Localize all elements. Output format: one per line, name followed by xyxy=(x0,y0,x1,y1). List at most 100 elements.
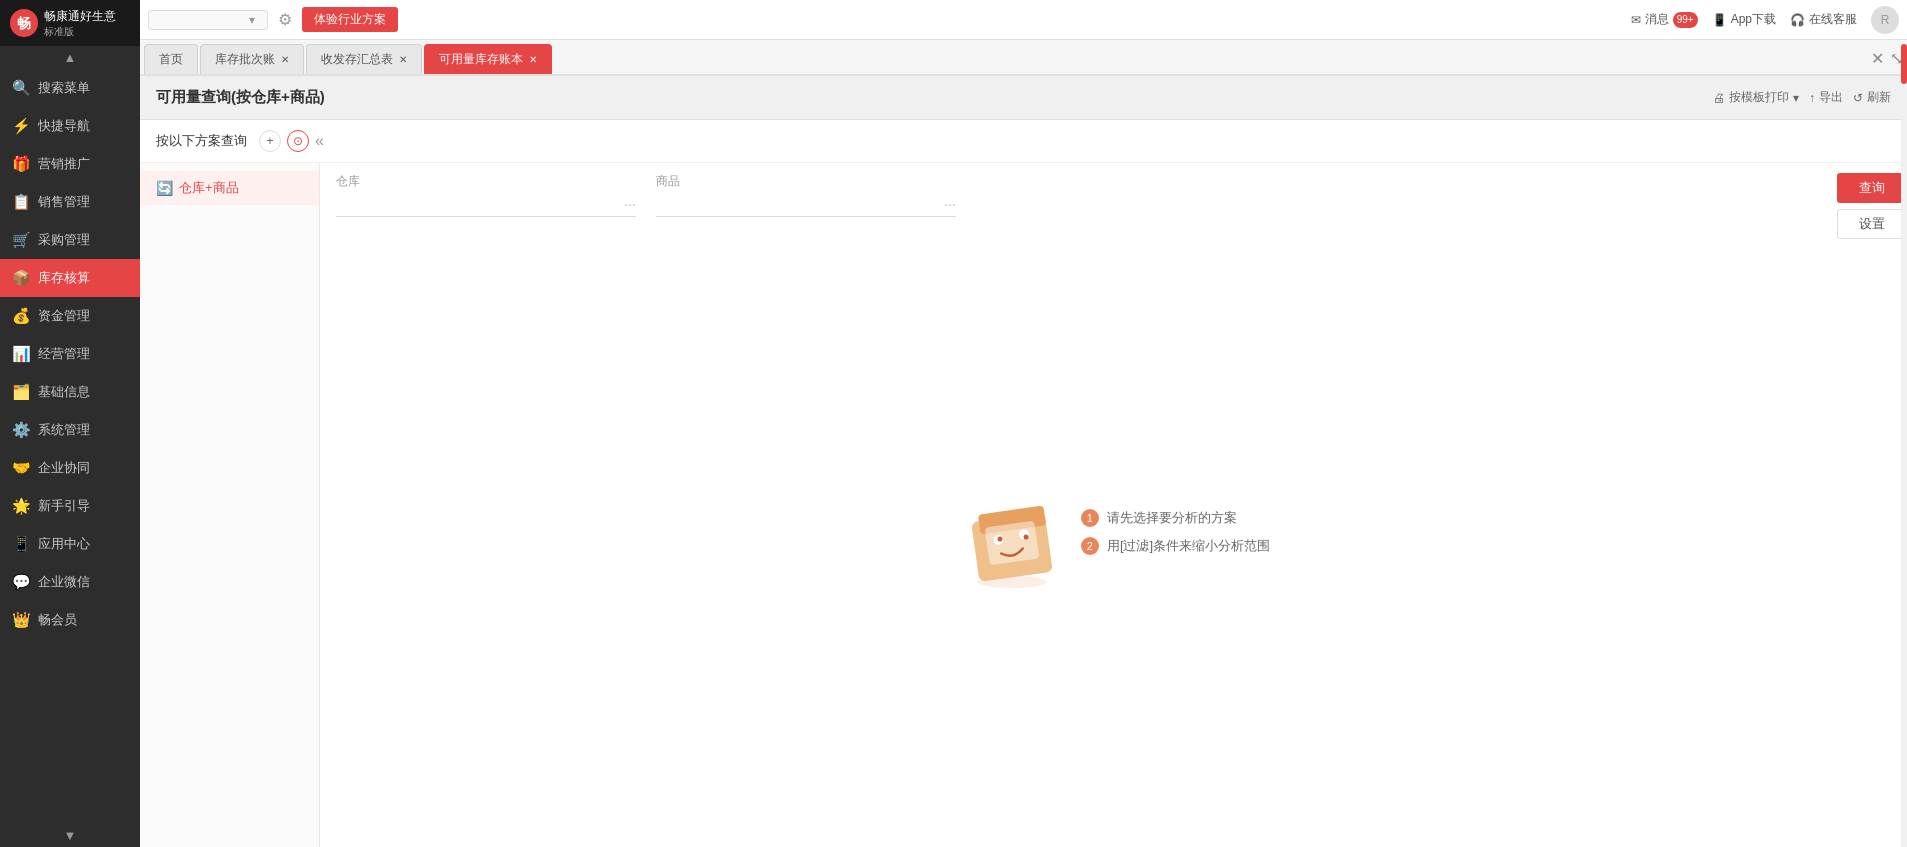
svg-rect-3 xyxy=(984,521,1039,566)
gear-icon[interactable]: ⚙ xyxy=(274,10,296,29)
tab-close-icon[interactable]: ✕ xyxy=(399,54,407,65)
filter-row: 仓库 ··· 商品 ··· xyxy=(336,173,1891,217)
sidebar-item-label: 企业协同 xyxy=(38,459,90,477)
empty-tips: 1 请先选择要分析的方案 2 用[过滤]条件来缩小分析范围 xyxy=(1081,509,1270,555)
sidebar-item-shortcut[interactable]: ⚡ 快捷导航 xyxy=(0,107,140,145)
sidebar-item-guide[interactable]: 🌟 新手引导 xyxy=(0,487,140,525)
online-service-label: 在线客服 xyxy=(1809,11,1857,28)
tab-home-label: 首页 xyxy=(159,51,183,68)
sidebar-item-label: 畅会员 xyxy=(38,611,77,629)
sidebar-item-inventory[interactable]: 📦 库存核算 xyxy=(0,259,140,297)
right-scrollbar[interactable] xyxy=(1901,44,1907,847)
gift-icon: 🎁 xyxy=(12,155,30,173)
warehouse-input[interactable] xyxy=(336,197,618,212)
svg-point-6 xyxy=(997,537,1002,542)
refresh-btn[interactable]: ↺ 刷新 xyxy=(1853,89,1891,106)
add-scheme-btn[interactable]: + xyxy=(259,130,281,152)
sidebar-item-marketing[interactable]: 🎁 营销推广 xyxy=(0,145,140,183)
sidebar-item-label: 采购管理 xyxy=(38,231,90,249)
scheme-warehouse-goods[interactable]: 🔄 仓库+商品 xyxy=(140,171,319,205)
chart-icon: 📊 xyxy=(12,345,30,363)
message-label: 消息 xyxy=(1645,11,1669,28)
print-label: 按模板打印 xyxy=(1729,89,1789,106)
sidebar-item-label: 经营管理 xyxy=(38,345,90,363)
refresh-label: 刷新 xyxy=(1867,89,1891,106)
svg-point-7 xyxy=(1023,535,1028,540)
sidebar: 畅 畅康通好生意 标准版 ▲ 🔍 搜索菜单 ⚡ 快捷导航 🎁 营销推广 📋 销售… xyxy=(0,0,140,847)
tab-collect-summary[interactable]: 收发存汇总表 ✕ xyxy=(306,44,422,74)
scheme-label: 仓库+商品 xyxy=(179,179,239,197)
print-btn[interactable]: 🖨 按模板打印 ▾ xyxy=(1713,89,1799,106)
topbar: ▾ ⚙ 体验行业方案 ✉ 消息 99+ 📱 App下载 🎧 在线客服 R xyxy=(140,0,1907,40)
message-badge: 99+ xyxy=(1673,12,1698,28)
cart-icon: 🛒 xyxy=(12,231,30,249)
sidebar-item-purchase[interactable]: 🛒 采购管理 xyxy=(0,221,140,259)
settings-button[interactable]: 设置 xyxy=(1837,209,1907,239)
tabs-bar: 首页 库存批次账 ✕ 收发存汇总表 ✕ 可用量库存账本 ✕ ✕ ⤡ xyxy=(140,40,1907,76)
export-icon: ↑ xyxy=(1809,91,1815,105)
scroll-down-btn[interactable]: ▼ xyxy=(0,824,140,847)
tip-text-1: 请先选择要分析的方案 xyxy=(1107,509,1237,527)
export-btn[interactable]: ↑ 导出 xyxy=(1809,89,1843,106)
sidebar-item-system[interactable]: ⚙️ 系统管理 xyxy=(0,411,140,449)
tab-close-icon[interactable]: ✕ xyxy=(529,54,537,65)
sidebar-item-label: 营销推广 xyxy=(38,155,90,173)
sidebar-item-appcenter[interactable]: 📱 应用中心 xyxy=(0,525,140,563)
sidebar-item-finance[interactable]: 💰 资金管理 xyxy=(0,297,140,335)
filter-area: 仓库 ··· 商品 ··· xyxy=(320,163,1907,847)
sidebar-item-operations[interactable]: 📊 经营管理 xyxy=(0,335,140,373)
app-name: 畅康通好生意 xyxy=(44,8,116,25)
query-bar: 按以下方案查询 + ⊙ « xyxy=(140,120,1907,163)
sidebar-item-label: 系统管理 xyxy=(38,421,90,439)
sidebar-item-label: 搜索菜单 xyxy=(38,79,90,97)
app-download-label: App下载 xyxy=(1731,11,1776,28)
page-header: 可用量查询(按仓库+商品) 🖨 按模板打印 ▾ ↑ 导出 ↺ 刷新 xyxy=(140,76,1907,120)
scheme-settings-btn[interactable]: ⊙ xyxy=(287,130,309,152)
collapse-icon[interactable]: « xyxy=(315,132,324,150)
app-version: 标准版 xyxy=(44,25,116,38)
goods-input[interactable] xyxy=(656,197,938,212)
experience-btn[interactable]: 体验行业方案 xyxy=(302,7,398,32)
empty-svg xyxy=(957,482,1067,592)
tab-batch-account[interactable]: 库存批次账 ✕ xyxy=(200,44,304,74)
empty-illustration xyxy=(957,482,1057,582)
scroll-up-btn[interactable]: ▲ xyxy=(0,46,140,69)
chevron-down-icon[interactable]: ▾ xyxy=(1793,91,1799,105)
sidebar-item-search[interactable]: 🔍 搜索菜单 xyxy=(0,69,140,107)
folder-icon: 🗂️ xyxy=(12,383,30,401)
tab-available-ledger[interactable]: 可用量库存账本 ✕ xyxy=(424,44,552,74)
sidebar-item-label: 资金管理 xyxy=(38,307,90,325)
handshake-icon: 🤝 xyxy=(12,459,30,477)
warehouse-more-icon[interactable]: ··· xyxy=(624,196,636,212)
sidebar-item-enterprise-wx[interactable]: 💬 企业微信 xyxy=(0,563,140,601)
warehouse-input-wrapper: ··· xyxy=(336,192,636,217)
app-download-btn[interactable]: 📱 App下载 xyxy=(1712,11,1776,28)
chevron-down-icon[interactable]: ▾ xyxy=(249,13,255,27)
sidebar-nav: 🔍 搜索菜单 ⚡ 快捷导航 🎁 营销推广 📋 销售管理 🛒 采购管理 📦 库存核… xyxy=(0,69,140,824)
search-input[interactable] xyxy=(155,13,245,27)
tab-batch-account-label: 库存批次账 xyxy=(215,51,275,68)
sidebar-item-member[interactable]: 👑 畅会员 xyxy=(0,601,140,639)
star-icon: 🌟 xyxy=(12,497,30,515)
goods-more-icon[interactable]: ··· xyxy=(944,196,956,212)
sidebar-item-basic[interactable]: 🗂️ 基础信息 xyxy=(0,373,140,411)
tab-close-icon[interactable]: ✕ xyxy=(281,54,289,65)
gear-icon: ⚙️ xyxy=(12,421,30,439)
header-actions: 🖨 按模板打印 ▾ ↑ 导出 ↺ 刷新 xyxy=(1713,89,1891,106)
message-btn[interactable]: ✉ 消息 99+ xyxy=(1631,11,1698,28)
sidebar-item-label: 基础信息 xyxy=(38,383,90,401)
print-icon: 🖨 xyxy=(1713,91,1725,105)
avatar[interactable]: R xyxy=(1871,6,1899,34)
close-tab-btn[interactable]: ✕ xyxy=(1871,49,1884,68)
empty-state: 1 请先选择要分析的方案 2 用[过滤]条件来缩小分析范围 xyxy=(336,227,1891,837)
sidebar-item-enterprise[interactable]: 🤝 企业协同 xyxy=(0,449,140,487)
online-service-btn[interactable]: 🎧 在线客服 xyxy=(1790,11,1857,28)
query-button[interactable]: 查询 xyxy=(1837,173,1907,203)
sidebar-item-sales[interactable]: 📋 销售管理 xyxy=(0,183,140,221)
tab-home[interactable]: 首页 xyxy=(144,44,198,74)
topbar-right: ✉ 消息 99+ 📱 App下载 🎧 在线客服 R xyxy=(1631,6,1899,34)
goods-input-wrapper: ··· xyxy=(656,192,956,217)
warehouse-field: 仓库 ··· xyxy=(336,173,636,217)
main-area: ▾ ⚙ 体验行业方案 ✉ 消息 99+ 📱 App下载 🎧 在线客服 R xyxy=(140,0,1907,847)
scrollbar-thumb[interactable] xyxy=(1901,44,1907,84)
